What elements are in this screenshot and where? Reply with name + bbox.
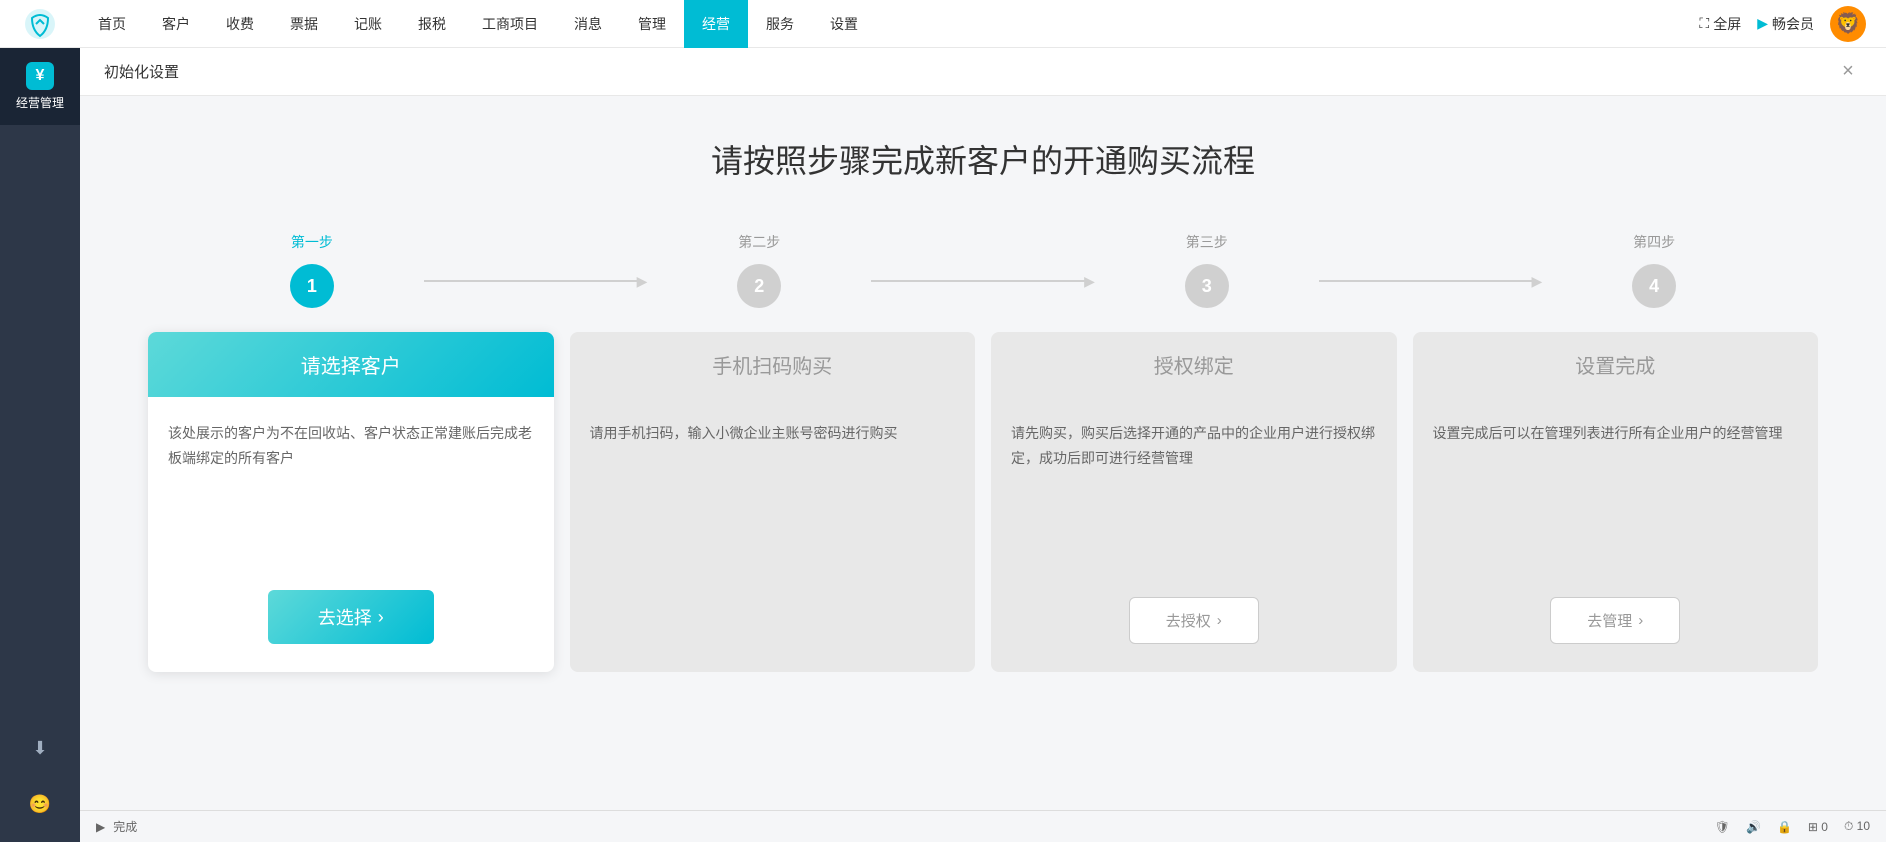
lock-icon: 🔒 [1777, 820, 1792, 834]
step-circle-1: 1 [290, 264, 334, 308]
step-circle-4: 4 [1632, 264, 1676, 308]
sidebar-item-label: 经营管理 [16, 94, 64, 111]
yuan-icon: ¥ [26, 62, 54, 90]
card-header-1: 请选择客户 [148, 332, 554, 397]
steps-row: 第一步 1 ▶ 第二步 2 ▶ [140, 232, 1826, 308]
nav-accounting[interactable]: 记账 [336, 0, 400, 48]
step-connector-3: ▶ [1319, 251, 1543, 290]
close-button[interactable]: × [1834, 58, 1862, 86]
card-header-3: 授权绑定 [991, 332, 1397, 397]
go-manage-label: 去管理 [1587, 610, 1632, 631]
content-header: 初始化设置 × [80, 48, 1886, 96]
step-card-4: 设置完成 设置完成后可以在管理列表进行所有企业用户的经营管理 去管理 › [1413, 332, 1819, 672]
volume-icon: 🔊 [1746, 820, 1761, 834]
step-connector-2: ▶ [871, 251, 1095, 290]
step-circle-3: 3 [1185, 264, 1229, 308]
nav-home[interactable]: 首页 [80, 0, 144, 48]
nav-business[interactable]: 工商项目 [464, 0, 556, 48]
nav-message[interactable]: 消息 [556, 0, 620, 48]
sidebar-item-operation[interactable]: ¥ 经营管理 [0, 48, 80, 125]
page-title: 初始化设置 [104, 61, 179, 82]
step-card-2: 手机扫码购买 请用手机扫码，输入小微企业主账号密码进行购买 [570, 332, 976, 672]
card-footer-4: 去管理 › [1413, 581, 1819, 672]
fullscreen-label: 全屏 [1713, 14, 1741, 34]
support-icon: 😊 [26, 790, 54, 818]
go-manage-button[interactable]: 去管理 › [1550, 597, 1680, 644]
step-label-3: 第三步 [1186, 232, 1228, 252]
card-body-3: 请先购买，购买后选择开通的产品中的企业用户进行授权绑定，成功后即可进行经营管理 [991, 397, 1397, 581]
main-layout: ¥ 经营管理 ⬇ 😊 初始化设置 × 请按照步骤完成新客户的开通购买流程 [0, 48, 1886, 842]
card-body-1: 该处展示的客户为不在回收站、客户状态正常建账后完成老板端绑定的所有客户 [148, 397, 554, 574]
grid-icon: ⊞ 0 [1808, 820, 1828, 834]
nav-service[interactable]: 服务 [748, 0, 812, 48]
vip-button[interactable]: ▶ 畅会员 [1757, 14, 1814, 34]
sidebar-download[interactable]: ⬇ [0, 720, 80, 776]
go-authorize-label: 去授权 [1166, 610, 1211, 631]
nav-customer[interactable]: 客户 [144, 0, 208, 48]
user-avatar[interactable]: 🦁 [1830, 6, 1866, 42]
content-area: 初始化设置 × 请按照步骤完成新客户的开通购买流程 第一步 1 ▶ [80, 48, 1886, 842]
nav-right: ⛶ 全屏 ▶ 畅会员 🦁 [1699, 6, 1866, 42]
page-content: 请按照步骤完成新客户的开通购买流程 第一步 1 ▶ 第二步 2 [80, 96, 1886, 810]
nav-tax[interactable]: 报税 [400, 0, 464, 48]
card-body-4: 设置完成后可以在管理列表进行所有企业用户的经营管理 [1413, 397, 1819, 581]
card-header-2: 手机扫码购买 [570, 332, 976, 397]
top-navigation: 首页 客户 收费 票据 记账 报税 工商项目 消息 管理 经营 服务 设置 ⛶ … [0, 0, 1886, 48]
step-circle-2: 2 [737, 264, 781, 308]
step-item-3: 第三步 3 [1095, 232, 1319, 308]
step-label-1: 第一步 [291, 232, 333, 252]
cards-container: 请选择客户 该处展示的客户为不在回收站、客户状态正常建账后完成老板端绑定的所有客… [140, 332, 1826, 672]
nav-invoice[interactable]: 票据 [272, 0, 336, 48]
go-authorize-button[interactable]: 去授权 › [1129, 597, 1259, 644]
step-item-1: 第一步 1 [200, 232, 424, 308]
go-select-label: 去选择 [318, 604, 372, 630]
fullscreen-button[interactable]: ⛶ 全屏 [1699, 14, 1741, 34]
go-manage-arrow: › [1638, 612, 1643, 629]
download-icon: ⬇ [26, 734, 54, 762]
nav-settings[interactable]: 设置 [812, 0, 876, 48]
step-label-4: 第四步 [1633, 232, 1675, 252]
step-line-3 [1319, 280, 1534, 282]
nav-fee[interactable]: 收费 [208, 0, 272, 48]
go-select-button[interactable]: 去选择 › [268, 590, 434, 644]
bottom-bar-right: 🛡 🔊 🔒 ⊞ 0 ⏱ 10 [1715, 819, 1870, 834]
bottom-bar: ▶ 完成 🛡 🔊 🔒 ⊞ 0 ⏱ 10 [80, 810, 1886, 842]
nav-operation[interactable]: 经营 [684, 0, 748, 48]
sidebar-support[interactable]: 😊 [0, 776, 80, 832]
shield-icon: 🛡 [1715, 820, 1730, 834]
step-item-4: 第四步 4 [1542, 232, 1766, 308]
status-label: 完成 [113, 818, 137, 835]
go-select-arrow: › [378, 607, 384, 628]
card-header-4: 设置完成 [1413, 332, 1819, 397]
fullscreen-icon: ⛶ [1699, 15, 1709, 32]
nav-manage[interactable]: 管理 [620, 0, 684, 48]
vip-icon: ▶ [1757, 15, 1768, 32]
vip-label: 畅会员 [1772, 14, 1814, 34]
step-card-3: 授权绑定 请先购买，购买后选择开通的产品中的企业用户进行授权绑定，成功后即可进行… [991, 332, 1397, 672]
step-label-2: 第二步 [738, 232, 780, 252]
card-footer-2 [570, 628, 976, 672]
play-icon: ▶ [96, 820, 105, 834]
step-connector-1: ▶ [424, 251, 648, 290]
step-line-2 [871, 280, 1086, 282]
main-title: 请按照步骤完成新客户的开通购买流程 [140, 136, 1826, 182]
sidebar-bottom: ⬇ 😊 [0, 720, 80, 842]
app-logo [20, 4, 60, 44]
sidebar: ¥ 经营管理 ⬇ 😊 [0, 48, 80, 842]
step-card-1: 请选择客户 该处展示的客户为不在回收站、客户状态正常建账后完成老板端绑定的所有客… [148, 332, 554, 672]
nav-menu: 首页 客户 收费 票据 记账 报税 工商项目 消息 管理 经营 服务 设置 [80, 0, 1699, 48]
card-footer-3: 去授权 › [991, 581, 1397, 672]
card-footer-1: 去选择 › [148, 574, 554, 672]
card-body-2: 请用手机扫码，输入小微企业主账号密码进行购买 [570, 397, 976, 628]
step-line-1 [424, 280, 639, 282]
go-authorize-arrow: › [1217, 612, 1222, 629]
step-item-2: 第二步 2 [647, 232, 871, 308]
timer-icon: ⏱ 10 [1844, 819, 1870, 834]
